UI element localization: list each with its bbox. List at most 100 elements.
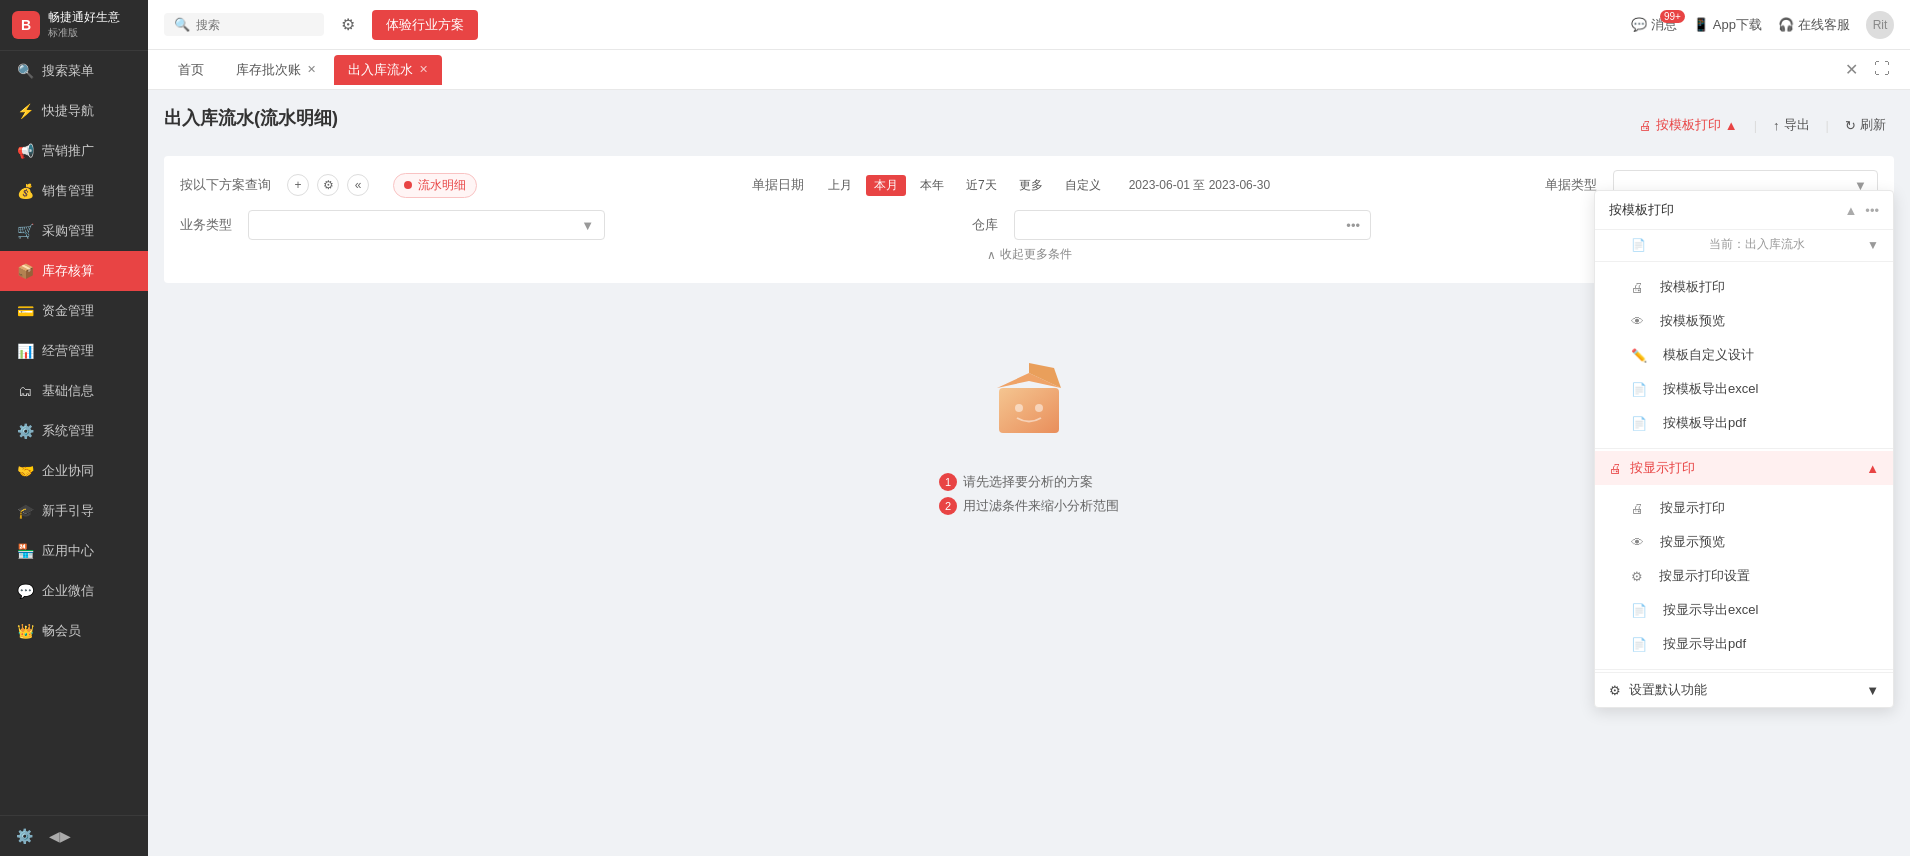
topbar: 🔍 ⚙ 体验行业方案 💬 消息 99+ 📱 App下载 🎧 在线客服 Rit (148, 0, 1910, 50)
more-icon: ••• (1346, 218, 1360, 233)
online-service-item[interactable]: 🎧 在线客服 (1778, 16, 1850, 34)
footer-label: 设置默认功能 (1629, 681, 1707, 699)
display-subheader[interactable]: 🖨 按显示打印 ▲ (1595, 451, 1893, 485)
separator: | (1754, 118, 1757, 133)
warehouse-label: 仓库 (972, 216, 998, 234)
settings-icon[interactable]: ⚙️ (16, 828, 33, 844)
tab-batch[interactable]: 库存批次账✕ (222, 55, 330, 85)
dropdown-header-label: 按模板打印 (1609, 201, 1674, 219)
sidebar-item-marketing[interactable]: 📢营销推广 (0, 131, 148, 171)
this-year-btn[interactable]: 本年 (912, 175, 952, 196)
label-template_excel: 按模板导出excel (1663, 380, 1758, 398)
dropdown-more-icon[interactable]: ••• (1865, 203, 1879, 218)
tab-close-flow[interactable]: ✕ (419, 64, 428, 75)
dropdown-item-display_preview[interactable]: 👁按显示预览 (1595, 525, 1893, 559)
tab-flow[interactable]: 出入库流水 ✕ (334, 55, 442, 85)
dropdown-item-template_pdf[interactable]: 📄 按模板导出pdf (1595, 406, 1893, 440)
sidebar-item-purchase[interactable]: 🛒采购管理 (0, 211, 148, 251)
add-filter-button[interactable]: + (287, 174, 309, 196)
dropdown-header-actions: ▲ ••• (1844, 203, 1879, 218)
custom-date-btn[interactable]: 自定义 (1057, 175, 1109, 196)
app-download-item[interactable]: 📱 App下载 (1693, 16, 1762, 34)
tab-label-flow: 出入库流水 (348, 61, 413, 79)
online-service-label: 在线客服 (1798, 16, 1850, 34)
dropdown-item-template_excel[interactable]: 📄按模板导出excel (1595, 372, 1893, 406)
nav-label-finance: 资金管理 (42, 302, 94, 320)
nav-icon-appcenter: 🏪 (16, 542, 34, 560)
message-item[interactable]: 💬 消息 99+ (1631, 16, 1677, 34)
refresh-button[interactable]: ↻ 刷新 (1837, 112, 1894, 138)
search-input[interactable] (196, 18, 314, 32)
tab-close-batch[interactable]: ✕ (307, 64, 316, 75)
last7days-btn[interactable]: 近7天 (958, 175, 1005, 196)
nav-icon-basic: 🗂 (16, 382, 34, 400)
subheader-collapse-icon: ▲ (1866, 461, 1879, 476)
dropdown-footer[interactable]: ⚙ 设置默认功能 ▼ (1595, 672, 1893, 707)
dropdown-item-template_preview[interactable]: 👁按模板预览 (1595, 304, 1893, 338)
topbar-search-box[interactable]: 🔍 (164, 13, 324, 36)
print-dropdown-panel: 按模板打印 ▲ ••• 📄 当前：出入库流水 ▼ 🖨按模板打印👁按模板预览✏️模… (1594, 190, 1894, 708)
dropdown-item-template_print[interactable]: 🖨按模板打印 (1595, 270, 1893, 304)
tabs-right: ✕ ⛶ (1841, 60, 1894, 79)
business-type-select[interactable]: ▼ (248, 210, 605, 240)
collapse-filter-button[interactable]: « (347, 174, 369, 196)
nav-label-sales: 销售管理 (42, 182, 94, 200)
app-icon: 📱 (1693, 17, 1709, 32)
trial-button[interactable]: 体验行业方案 (372, 10, 478, 40)
sidebar-item-quicknav[interactable]: ⚡快捷导航 (0, 91, 148, 131)
gear-icon[interactable]: ⚙ (334, 11, 362, 39)
filter-dot (404, 181, 412, 189)
close-window-icon[interactable]: ✕ (1841, 60, 1862, 79)
nav-icon-member: 👑 (16, 622, 34, 640)
dropdown-item-template_design[interactable]: ✏️模板自定义设计 (1595, 338, 1893, 372)
avatar-text: Rit (1873, 18, 1888, 32)
sidebar-item-system[interactable]: ⚙️系统管理 (0, 411, 148, 451)
filter-tag-label: 流水明细 (418, 177, 466, 194)
dropdown-item-display_print[interactable]: 🖨按显示打印 (1595, 491, 1893, 525)
sidebar-item-search[interactable]: 🔍搜索菜单 (0, 51, 148, 91)
filter-settings-button[interactable]: ⚙ (317, 174, 339, 196)
filter-tag[interactable]: 流水明细 (393, 173, 477, 198)
tab-home[interactable]: 首页 (164, 55, 218, 85)
warehouse-select[interactable]: ••• (1014, 210, 1371, 240)
svg-point-3 (1015, 404, 1023, 412)
more-date-btn[interactable]: 更多 (1011, 175, 1051, 196)
label-display_pdf: 按显示导出pdf (1663, 635, 1746, 653)
sidebar-item-sales[interactable]: 💰 销售管理 (0, 171, 148, 211)
sidebar-item-inventory[interactable]: 📦库存核算 (0, 251, 148, 291)
sidebar-item-wechat[interactable]: 💬企业微信 (0, 571, 148, 611)
expand-window-icon[interactable]: ⛶ (1870, 60, 1894, 79)
last-month-btn[interactable]: 上月 (820, 175, 860, 196)
nav-label-wechat: 企业微信 (42, 582, 94, 600)
dropdown-item-display_excel[interactable]: 📄按显示导出excel (1595, 593, 1893, 627)
current-arrow: ▼ (1867, 238, 1879, 252)
sidebar-item-guide[interactable]: 🎓新手引导 (0, 491, 148, 531)
sidebar-item-finance[interactable]: 💳资金管理 (0, 291, 148, 331)
avatar[interactable]: Rit (1866, 11, 1894, 39)
sidebar: B 畅捷通好生意 标准版 🔍搜索菜单⚡快捷导航📢营销推广💰销售管理🛒采购管理📦库… (0, 0, 148, 856)
collapse-icon[interactable]: ◀▶ (49, 828, 71, 844)
sidebar-item-operations[interactable]: 📊经营管理 (0, 331, 148, 371)
tip-num-1: 1 (939, 473, 957, 491)
icon-display_pdf: 📄 (1631, 637, 1647, 652)
collapse-icon: ∧ (987, 248, 996, 262)
icon-template_pdf: 📄 (1631, 416, 1647, 431)
dropdown-item-display_settings[interactable]: ⚙按显示打印设置 (1595, 559, 1893, 593)
this-month-btn[interactable]: 本月 (866, 175, 906, 196)
dropdown-expand-icon[interactable]: ▲ (1844, 203, 1857, 218)
sidebar-item-enterprise[interactable]: 🤝企业协同 (0, 451, 148, 491)
label-template_print: 按模板打印 (1660, 278, 1725, 296)
dropdown-item-display_pdf[interactable]: 📄 按显示导出pdf (1595, 627, 1893, 661)
nav-icon-sales: 💰 (16, 182, 34, 200)
sidebar-nav: 🔍搜索菜单⚡快捷导航📢营销推广 💰 销售管理 🛒采购管理📦库存核算💳资金管理📊经营管理… (0, 51, 148, 815)
sidebar-item-basic[interactable]: 🗂基础信息 (0, 371, 148, 411)
nav-icon-operations: 📊 (16, 342, 34, 360)
print-template-button[interactable]: 🖨 按模板打印 ▲ (1631, 112, 1746, 138)
sidebar-item-member[interactable]: 👑畅会员 (0, 611, 148, 651)
sidebar-item-appcenter[interactable]: 🏪应用中心 (0, 531, 148, 571)
label-template_pdf: 按模板导出pdf (1663, 414, 1746, 432)
headset-icon: 🎧 (1778, 17, 1794, 32)
export-button[interactable]: ↑ 导出 (1765, 112, 1818, 138)
nav-label-purchase: 采购管理 (42, 222, 94, 240)
expand-icon: ▲ (1725, 118, 1738, 133)
